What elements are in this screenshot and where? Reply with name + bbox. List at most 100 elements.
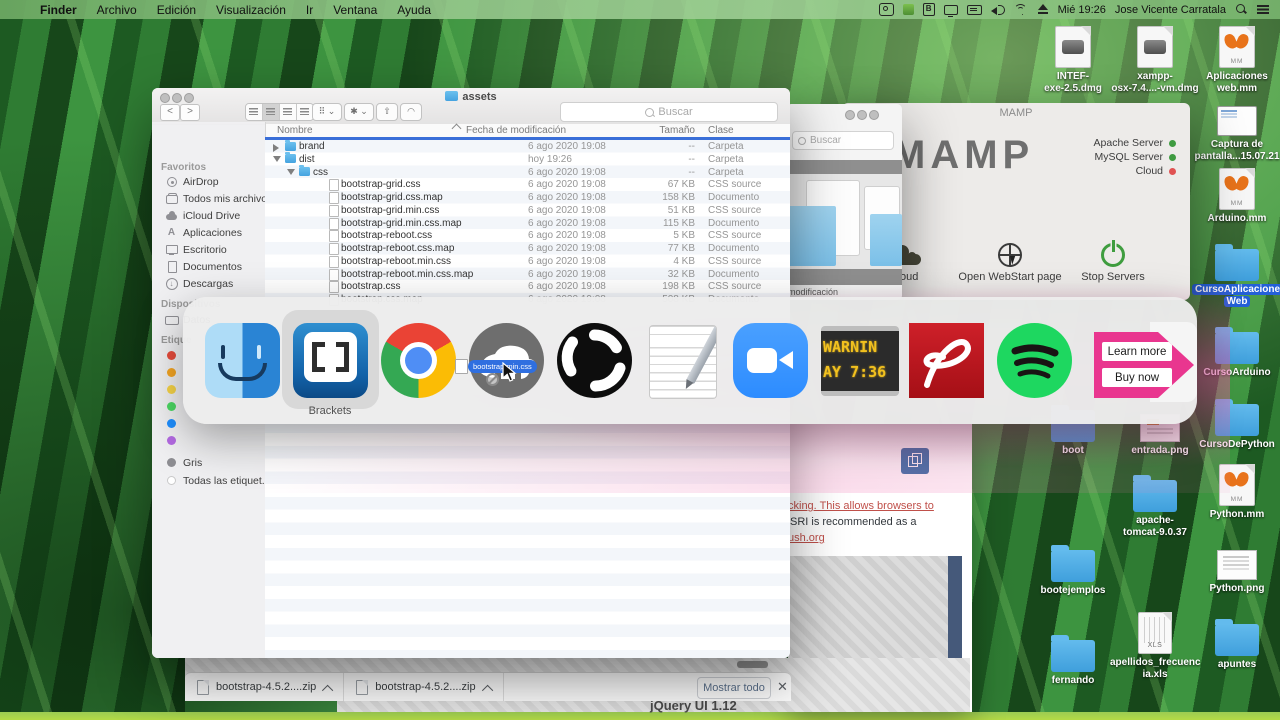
column-date[interactable]: Fecha de modificación [466, 125, 566, 136]
disclosure-closed-icon[interactable] [273, 143, 279, 152]
table-row[interactable]: bootstrap-reboot.min.css 6 ago 2020 19:08… [265, 255, 790, 268]
desktop-icon-cursoaplicaciones-web[interactable]: CursoAplicaciones Web [1192, 243, 1280, 308]
downloads-close-icon[interactable]: ✕ [777, 679, 788, 695]
disclosure-open-icon[interactable] [273, 156, 281, 163]
sidebar-item-escritorio[interactable]: Escritorio [165, 243, 227, 256]
app-switcher-item-led-clock[interactable]: WARNIN AY 7:36 [821, 323, 899, 398]
menu-item-edición[interactable]: Edición [147, 3, 206, 17]
eject-icon[interactable] [1036, 4, 1049, 15]
table-row[interactable]: bootstrap-grid.css 6 ago 2020 19:08 67 KB C… [265, 178, 790, 192]
desktop-icon-xampp-osx-7-4-vm-dmg[interactable]: xampp-osx-7.4....-vm.dmg [1110, 26, 1200, 95]
app-switcher-item-obs[interactable] [557, 323, 632, 398]
chevron-up-icon[interactable] [322, 684, 334, 697]
sidebar-tag-gris[interactable]: Gris [165, 456, 202, 469]
app-switcher-item-brackets[interactable] [293, 323, 368, 398]
app-status-icon[interactable] [902, 4, 914, 15]
mamp-stop-servers-action[interactable]: Stop Servers [1080, 240, 1146, 283]
menu-item-ventana[interactable]: Ventana [323, 3, 387, 17]
table-row[interactable]: bootstrap-reboot.min.css.map 6 ago 2020 1… [265, 268, 790, 281]
show-all-downloads-button[interactable]: Mostrar todo [697, 677, 771, 699]
horizontal-scrollbar-thumb[interactable] [737, 661, 768, 668]
back-button[interactable]: < [160, 104, 180, 121]
buy-now-button[interactable]: Buy now [1102, 368, 1172, 387]
desktop-icon-apache-tomcat-9-0-37[interactable]: apache-tomcat-9.0.37 [1110, 474, 1200, 539]
search-input[interactable]: Buscar [560, 102, 778, 122]
download-item[interactable]: bootstrap-4.5.2....zip [185, 673, 345, 701]
app-switcher-item-textedit[interactable] [645, 323, 720, 399]
app-switcher-item-chrome[interactable] [381, 323, 456, 398]
menu-item-ayuda[interactable]: Ayuda [387, 3, 441, 17]
sidebar-item-descargas[interactable]: Descargas [165, 277, 233, 290]
app-switcher-item-spotify[interactable] [997, 323, 1072, 398]
desktop-icon-fernando[interactable]: fernando [1028, 634, 1118, 687]
chevron-up-icon[interactable] [481, 684, 493, 697]
column-size[interactable]: Tamaño [595, 125, 695, 136]
sidebar-item-icloud-drive[interactable]: iCloud Drive [165, 209, 240, 222]
copy-code-button[interactable] [901, 448, 929, 474]
desktop-icon-arduino-mm[interactable]: MM Arduino.mm [1192, 168, 1280, 225]
action-gear-button[interactable]: ✱ ⌄ [344, 103, 374, 121]
sidebar-tag-dot[interactable] [165, 434, 183, 447]
desktop-icon-bootejemplos[interactable]: bootejemplos [1028, 544, 1118, 597]
app-switcher-item-acrobat[interactable] [909, 323, 984, 398]
notification-center-icon[interactable] [1257, 4, 1270, 15]
desktop-icon-cursodepython[interactable]: CursoDePython [1192, 398, 1280, 451]
tag-button[interactable]: ◠ [400, 103, 422, 121]
desktop-icon-captura-de-pantalla-15-07-21[interactable]: Captura de pantalla...15.07.21 [1192, 100, 1280, 163]
menu-item-visualización[interactable]: Visualización [206, 3, 296, 17]
desktop-icon-cursoarduino[interactable]: CursoArduino [1192, 326, 1280, 379]
desktop-icon-python-mm[interactable]: MM Python.mm [1192, 464, 1280, 521]
sidebar-tag-dot[interactable] [165, 417, 183, 430]
screen-record-icon[interactable] [878, 3, 894, 16]
menu-item-finder[interactable]: Finder [30, 3, 87, 17]
keyboard-icon[interactable] [966, 5, 982, 15]
table-row[interactable]: bootstrap-reboot.css.map 6 ago 2020 19:08… [265, 242, 790, 255]
menu-user[interactable]: Jose Vicente Carratala [1115, 4, 1226, 16]
table-row[interactable]: bootstrap.css 6 ago 2020 19:08 198 KB CSS s… [265, 280, 790, 294]
column-kind[interactable]: Clase [708, 125, 734, 136]
zoom-window-icon[interactable] [869, 110, 879, 120]
volume-icon[interactable] [990, 4, 1005, 15]
desktop-icon-python-png[interactable]: Python.png [1192, 544, 1280, 595]
group-button[interactable]: ⠿ ⌄ [312, 103, 342, 121]
sidebar-tag-dot[interactable] [165, 400, 183, 413]
disclosure-open-icon[interactable] [287, 169, 295, 175]
menu-clock[interactable]: Mié 19:26 [1058, 4, 1106, 16]
browser-link[interactable]: ush.org [788, 532, 825, 544]
list-column-headers[interactable]: Nombre Fecha de modificación Tamaño Clas… [265, 123, 790, 138]
sidebar-tag-todas-las-etiquet-[interactable]: Todas las etiquet... [165, 474, 271, 487]
forward-button[interactable]: > [180, 104, 200, 121]
table-row[interactable]: bootstrap-grid.min.css.map 6 ago 2020 19:… [265, 217, 790, 230]
sidebar-item-aplicaciones[interactable]: A Aplicaciones [165, 226, 242, 239]
desktop-icon-intef-exe-2-5-dmg[interactable]: INTEF-exe-2.5.dmg [1028, 26, 1118, 95]
spotlight-search-icon[interactable] [1235, 4, 1248, 15]
table-row[interactable]: css 6 ago 2020 19:08 -- Carpeta [265, 165, 790, 179]
wifi-icon[interactable] [1013, 4, 1027, 15]
table-row[interactable]: bootstrap-grid.min.css 6 ago 2020 19:08 51… [265, 204, 790, 217]
desktop-icon-apellidos-frecuenc-ia-xls[interactable]: apellidos_frecuencia.xls [1110, 612, 1201, 681]
search-input[interactable]: Buscar [792, 131, 894, 150]
table-row[interactable]: dist hoy 19:26 -- Carpeta [265, 152, 790, 166]
learn-more-button[interactable]: Learn more [1102, 342, 1172, 361]
close-icon[interactable] [845, 110, 855, 120]
sidebar-item-todos-mis-archivos[interactable]: Todos mis archivos [165, 192, 272, 205]
menu-item-archivo[interactable]: Archivo [87, 3, 147, 17]
displays-icon[interactable] [943, 5, 958, 17]
table-row[interactable]: brand 6 ago 2020 19:08 -- Carpeta [265, 139, 790, 153]
app-switcher-item-zoom[interactable] [733, 323, 808, 398]
table-row[interactable]: bootstrap-grid.css.map 6 ago 2020 19:08 15… [265, 191, 790, 204]
table-row[interactable]: bootstrap-reboot.css 6 ago 2020 19:08 5 KB… [265, 229, 790, 243]
minimize-icon[interactable] [857, 110, 867, 120]
desktop-icon-aplicaciones-web-mm[interactable]: MM Aplicaciones web.mm [1192, 26, 1280, 95]
sidebar-tag-dot[interactable] [165, 366, 183, 379]
menu-item-ir[interactable]: Ir [296, 3, 323, 17]
column-name[interactable]: Nombre [277, 125, 313, 136]
view-mode-segment[interactable] [245, 103, 314, 121]
download-item[interactable]: bootstrap-4.5.2....zip [344, 673, 504, 701]
mamp-webstart-action[interactable]: Open WebStart page [950, 243, 1070, 283]
share-button[interactable]: ⇧ [376, 103, 398, 121]
app-switcher-item-finder[interactable] [205, 323, 280, 398]
sidebar-item-airdrop[interactable]: AirDrop [165, 175, 219, 188]
boom-icon[interactable]: B [922, 3, 935, 16]
sidebar-tag-dot[interactable] [165, 383, 183, 396]
